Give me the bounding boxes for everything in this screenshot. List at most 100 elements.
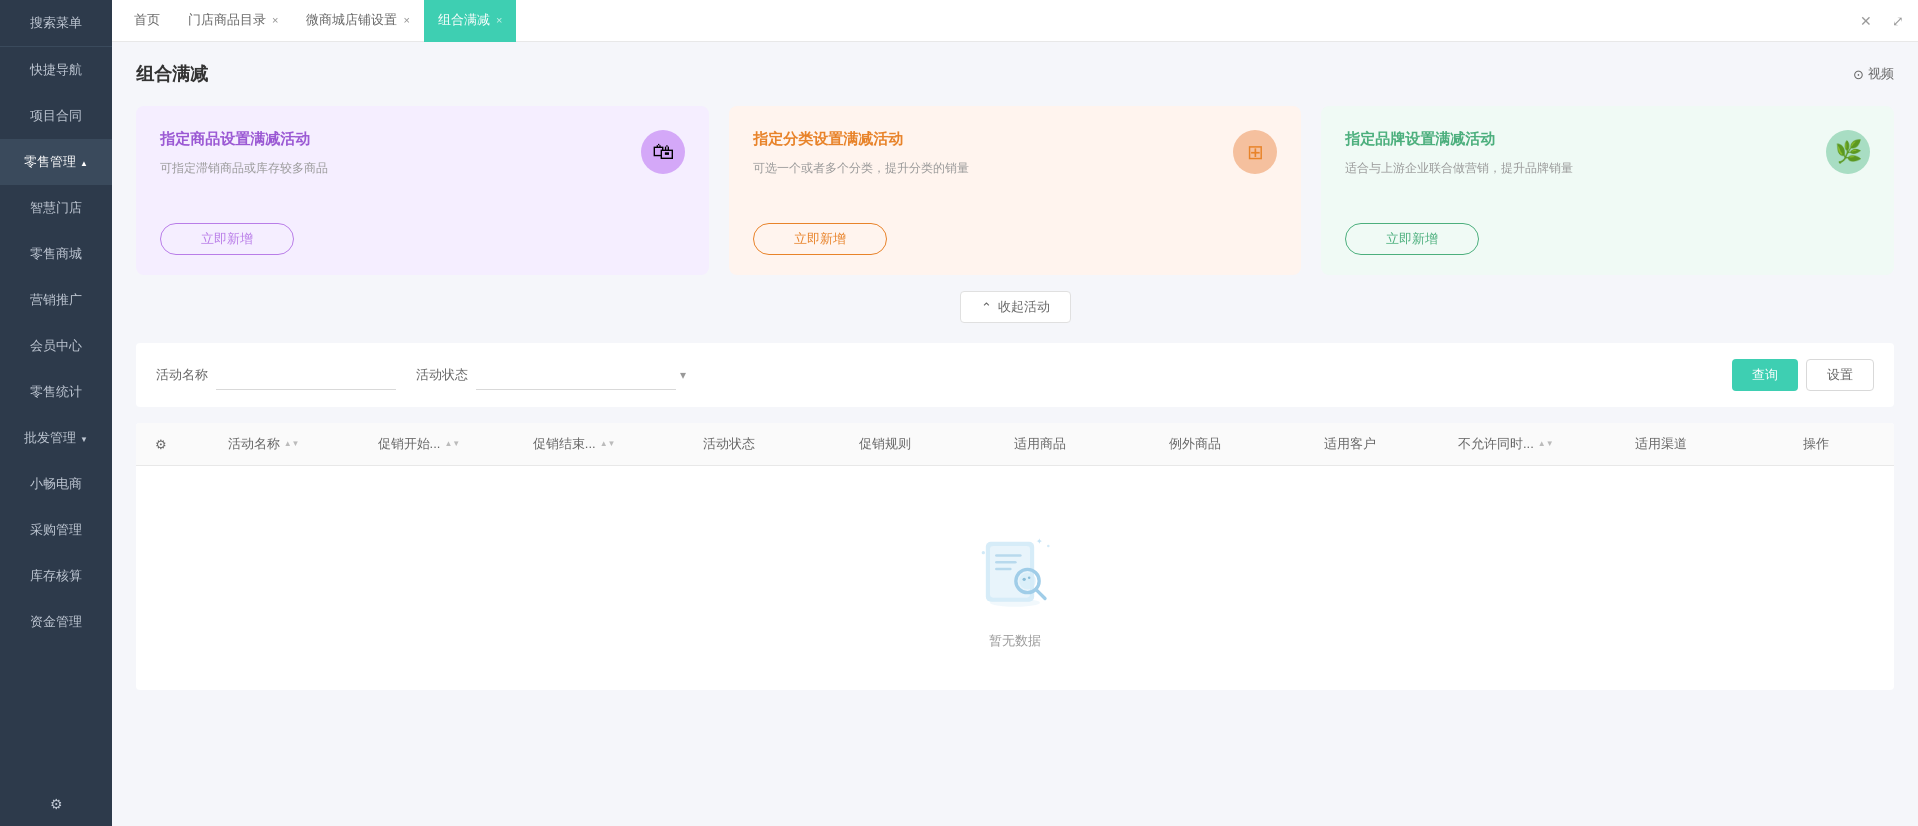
th-activity-status: 活动状态 — [652, 435, 807, 453]
empty-state-illustration: ✦ — [965, 526, 1065, 616]
product-discount-add-btn[interactable]: 立即新增 — [160, 223, 294, 255]
collapse-bar: ⌃ 收起活动 — [136, 291, 1894, 323]
tab-combo-discount-label: 组合满减 — [438, 11, 490, 29]
tab-bar: 首页 门店商品目录 × 微商城店铺设置 × 组合满减 × ✕ ⤢ — [112, 0, 1918, 42]
sort-arrows-promo-end[interactable]: ▲▼ — [600, 440, 616, 448]
svg-rect-2 — [990, 546, 1030, 598]
table-header: ⚙ 活动名称 ▲▼ 促销开始... ▲▼ 促销结束... ▲▼ 活动状态 — [136, 423, 1894, 466]
sidebar-item-project-contract[interactable]: 项目合同 — [0, 93, 112, 139]
th-applicable-customer: 适用客户 — [1273, 435, 1428, 453]
brand-discount-icon: 🌿 — [1826, 130, 1870, 174]
th-activity-name: 活动名称 ▲▼ — [186, 435, 341, 453]
svg-point-7 — [1019, 573, 1036, 590]
tab-store-catalog-close[interactable]: × — [272, 14, 278, 26]
tab-combo-discount[interactable]: 组合满减 × — [424, 0, 516, 42]
filter-row: 活动名称 活动状态 ▾ 查询 设置 — [136, 343, 1894, 407]
activity-card-product: 🛍 指定商品设置满减活动 可指定滞销商品或库存较多商品 立即新增 — [136, 106, 709, 275]
svg-rect-3 — [995, 554, 1022, 557]
th-promo-rule-label: 促销规则 — [859, 435, 911, 453]
tab-maximize-btn[interactable]: ⤢ — [1886, 9, 1910, 33]
product-discount-desc: 可指定滞销商品或库存较多商品 — [160, 159, 685, 199]
sort-arrows-not-allow[interactable]: ▲▼ — [1538, 440, 1554, 448]
product-discount-title: 指定商品设置满减活动 — [160, 130, 685, 149]
brand-discount-add-btn[interactable]: 立即新增 — [1345, 223, 1479, 255]
activity-card-category: ⊞ 指定分类设置满减活动 可选一个或者多个分类，提升分类的销量 立即新增 — [729, 106, 1302, 275]
sidebar-item-inventory-check[interactable]: 库存核算 — [0, 553, 112, 599]
main-area: 首页 门店商品目录 × 微商城店铺设置 × 组合满减 × ✕ ⤢ 组合满减 ⊙ … — [112, 0, 1918, 826]
tab-wechat-store-close[interactable]: × — [403, 14, 409, 26]
sidebar-item-member-center[interactable]: 会员中心 — [0, 323, 112, 369]
sidebar-search[interactable]: 搜索菜单 — [0, 0, 112, 47]
sidebar-item-purchase-mgmt[interactable]: 采购管理 — [0, 507, 112, 553]
category-discount-add-btn[interactable]: 立即新增 — [753, 223, 887, 255]
tab-combo-discount-close[interactable]: × — [496, 14, 502, 26]
activity-status-select[interactable] — [476, 360, 676, 390]
settings-filter-btn[interactable]: 设置 — [1806, 359, 1874, 391]
th-applicable-customer-label: 适用客户 — [1324, 435, 1376, 453]
sidebar-item-funds-mgmt[interactable]: 资金管理 — [0, 599, 112, 645]
svg-point-12 — [1047, 545, 1050, 548]
svg-point-10 — [1028, 576, 1031, 579]
category-discount-desc: 可选一个或者多个分类，提升分类的销量 — [753, 159, 1278, 199]
query-btn[interactable]: 查询 — [1732, 359, 1798, 391]
tab-home[interactable]: 首页 — [120, 0, 174, 42]
svg-text:✦: ✦ — [1036, 536, 1043, 546]
tab-store-catalog[interactable]: 门店商品目录 × — [174, 0, 292, 42]
svg-rect-5 — [995, 568, 1012, 571]
activity-name-filter-label: 活动名称 — [156, 366, 208, 384]
category-discount-title: 指定分类设置满减活动 — [753, 130, 1278, 149]
tab-wechat-store-label: 微商城店铺设置 — [306, 11, 397, 29]
th-promo-start-label: 促销开始... — [378, 435, 441, 453]
svg-rect-4 — [995, 561, 1017, 564]
filter-activity-status-item: 活动状态 ▾ — [416, 360, 686, 390]
sidebar-item-xiaochu-ecomm[interactable]: 小畅电商 — [0, 461, 112, 507]
sidebar-item-retail-mall[interactable]: 零售商城 — [0, 231, 112, 277]
sidebar: 搜索菜单 快捷导航 项目合同 零售管理 智慧门店 零售商城 营销推广 会员中心 … — [0, 0, 112, 826]
video-link[interactable]: ⊙ 视频 — [1853, 65, 1894, 83]
brand-discount-desc: 适合与上游企业联合做营销，提升品牌销量 — [1345, 159, 1870, 199]
sidebar-item-retail-stats[interactable]: 零售统计 — [0, 369, 112, 415]
th-exception-goods-label: 例外商品 — [1169, 435, 1221, 453]
sidebar-item-quick-nav[interactable]: 快捷导航 — [0, 47, 112, 93]
product-discount-icon: 🛍 — [641, 130, 685, 174]
sidebar-settings-btn[interactable]: ⚙ — [0, 782, 112, 826]
content: 组合满减 ⊙ 视频 🛍 指定商品设置满减活动 可指定滞销商品或库存较多商品 立即… — [112, 42, 1918, 826]
tab-close-window-btn[interactable]: ✕ — [1854, 9, 1878, 33]
th-operation-label: 操作 — [1803, 435, 1829, 453]
th-not-allow-same-time: 不允许同时... ▲▼ — [1428, 435, 1583, 453]
sidebar-item-wholesale-mgmt[interactable]: 批发管理 — [0, 415, 112, 461]
th-not-allow-same-time-label: 不允许同时... — [1458, 435, 1534, 453]
svg-point-9 — [1023, 578, 1026, 581]
th-exception-goods: 例外商品 — [1118, 435, 1273, 453]
th-promo-end-label: 促销结束... — [533, 435, 596, 453]
table-wrapper: ⚙ 活动名称 ▲▼ 促销开始... ▲▼ 促销结束... ▲▼ 活动状态 — [136, 423, 1894, 690]
sidebar-item-smart-store[interactable]: 智慧门店 — [0, 185, 112, 231]
tab-corner-buttons: ✕ ⤢ — [1854, 9, 1910, 33]
collapse-activities-btn[interactable]: ⌃ 收起活动 — [960, 291, 1071, 323]
th-applicable-goods: 适用商品 — [962, 435, 1117, 453]
empty-state-text: 暂无数据 — [989, 632, 1041, 650]
th-settings[interactable]: ⚙ — [136, 437, 186, 452]
tab-wechat-store[interactable]: 微商城店铺设置 × — [292, 0, 423, 42]
svg-line-8 — [1036, 589, 1045, 598]
tab-store-catalog-label: 门店商品目录 — [188, 11, 266, 29]
page-title: 组合满减 — [136, 62, 208, 86]
th-applicable-channel-label: 适用渠道 — [1635, 435, 1687, 453]
th-applicable-channel: 适用渠道 — [1583, 435, 1738, 453]
filter-buttons: 查询 设置 — [1732, 359, 1874, 391]
activity-cards: 🛍 指定商品设置满减活动 可指定滞销商品或库存较多商品 立即新增 ⊞ 指定分类设… — [136, 106, 1894, 275]
filter-activity-name-item: 活动名称 — [156, 360, 396, 390]
sidebar-item-retail-mgmt[interactable]: 零售管理 — [0, 139, 112, 185]
activity-name-filter-input[interactable] — [216, 360, 396, 390]
sort-arrows-activity-name[interactable]: ▲▼ — [284, 440, 300, 448]
activity-card-brand: 🌿 指定品牌设置满减活动 适合与上游企业联合做营销，提升品牌销量 立即新增 — [1321, 106, 1894, 275]
collapse-btn-label: 收起活动 — [998, 298, 1050, 316]
gear-icon: ⚙ — [50, 796, 63, 812]
sort-arrows-promo-start[interactable]: ▲▼ — [444, 440, 460, 448]
empty-state: ✦ 暂无数据 — [136, 466, 1894, 690]
th-promo-start: 促销开始... ▲▼ — [341, 435, 496, 453]
sidebar-item-marketing[interactable]: 营销推广 — [0, 277, 112, 323]
page-header: 组合满减 ⊙ 视频 — [136, 62, 1894, 86]
tab-home-label: 首页 — [134, 11, 160, 29]
th-applicable-goods-label: 适用商品 — [1014, 435, 1066, 453]
